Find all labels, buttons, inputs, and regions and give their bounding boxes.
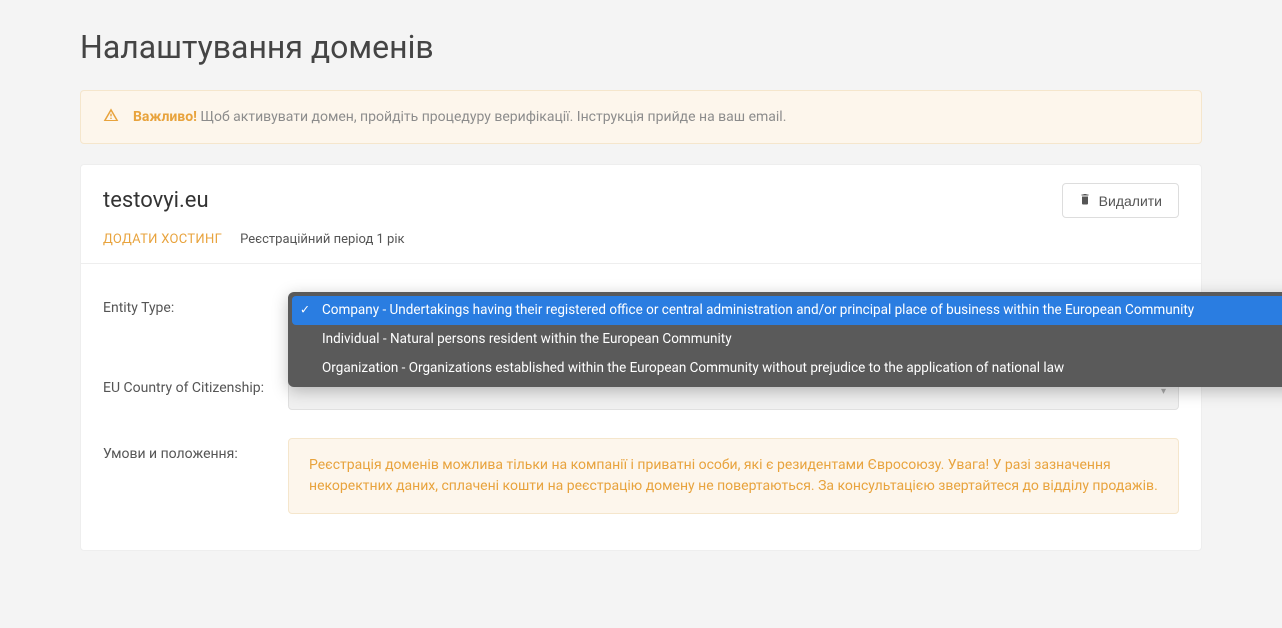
dropdown-option-company[interactable]: ✓ Company - Undertakings having their re… [292,296,1282,325]
add-hosting-link[interactable]: ДОДАТИ ХОСТИНГ [103,232,222,247]
country-label: EU Country of Citizenship: [103,372,288,396]
card-header: testovyi.eu Видалити ДОДАТИ ХОСТИНГ Реєс… [81,165,1201,264]
trash-icon [1079,192,1091,209]
alert-banner: Важливо! Щоб активувати домен, пройдіть … [80,90,1202,144]
terms-box: Реєстрація доменів можлива тільки на ком… [288,438,1179,514]
alert-strong: Важливо! [133,109,197,125]
dropdown-option-organization[interactable]: Organization - Organizations established… [292,354,1282,383]
chevron-down-icon: ▾ [1161,386,1166,397]
domain-card: testovyi.eu Видалити ДОДАТИ ХОСТИНГ Реєс… [80,164,1202,551]
warning-icon [103,107,119,127]
alert-content: Важливо! Щоб активувати домен, пройдіть … [133,109,786,125]
terms-control: Реєстрація доменів можлива тільки на ком… [288,438,1179,514]
alert-text: Щоб активувати домен, пройдіть процедуру… [200,109,786,125]
check-icon: ✓ [300,302,310,319]
card-body: Entity Type: omain ✓ Company - Undertaki… [81,264,1201,550]
domain-name: testovyi.eu [103,188,209,213]
page-title: Налаштування доменів [80,0,1202,90]
delete-button[interactable]: Видалити [1062,183,1179,218]
dropdown-option-label: Company - Undertakings having their regi… [322,302,1194,318]
registration-period: Реєстраційний період 1 рік [240,232,404,247]
terms-row: Умови и положення: Реєстрація доменів мо… [103,438,1179,514]
dropdown-option-label: Organization - Organizations established… [322,360,1064,376]
entity-type-row: Entity Type: omain ✓ Company - Undertaki… [103,292,1179,316]
delete-label: Видалити [1099,193,1162,209]
entity-type-label: Entity Type: [103,292,288,316]
terms-label: Умови и положення: [103,438,288,462]
entity-type-dropdown[interactable]: ✓ Company - Undertakings having their re… [288,292,1282,387]
dropdown-option-individual[interactable]: Individual - Natural persons resident wi… [292,325,1282,354]
dropdown-option-label: Individual - Natural persons resident wi… [322,331,732,347]
